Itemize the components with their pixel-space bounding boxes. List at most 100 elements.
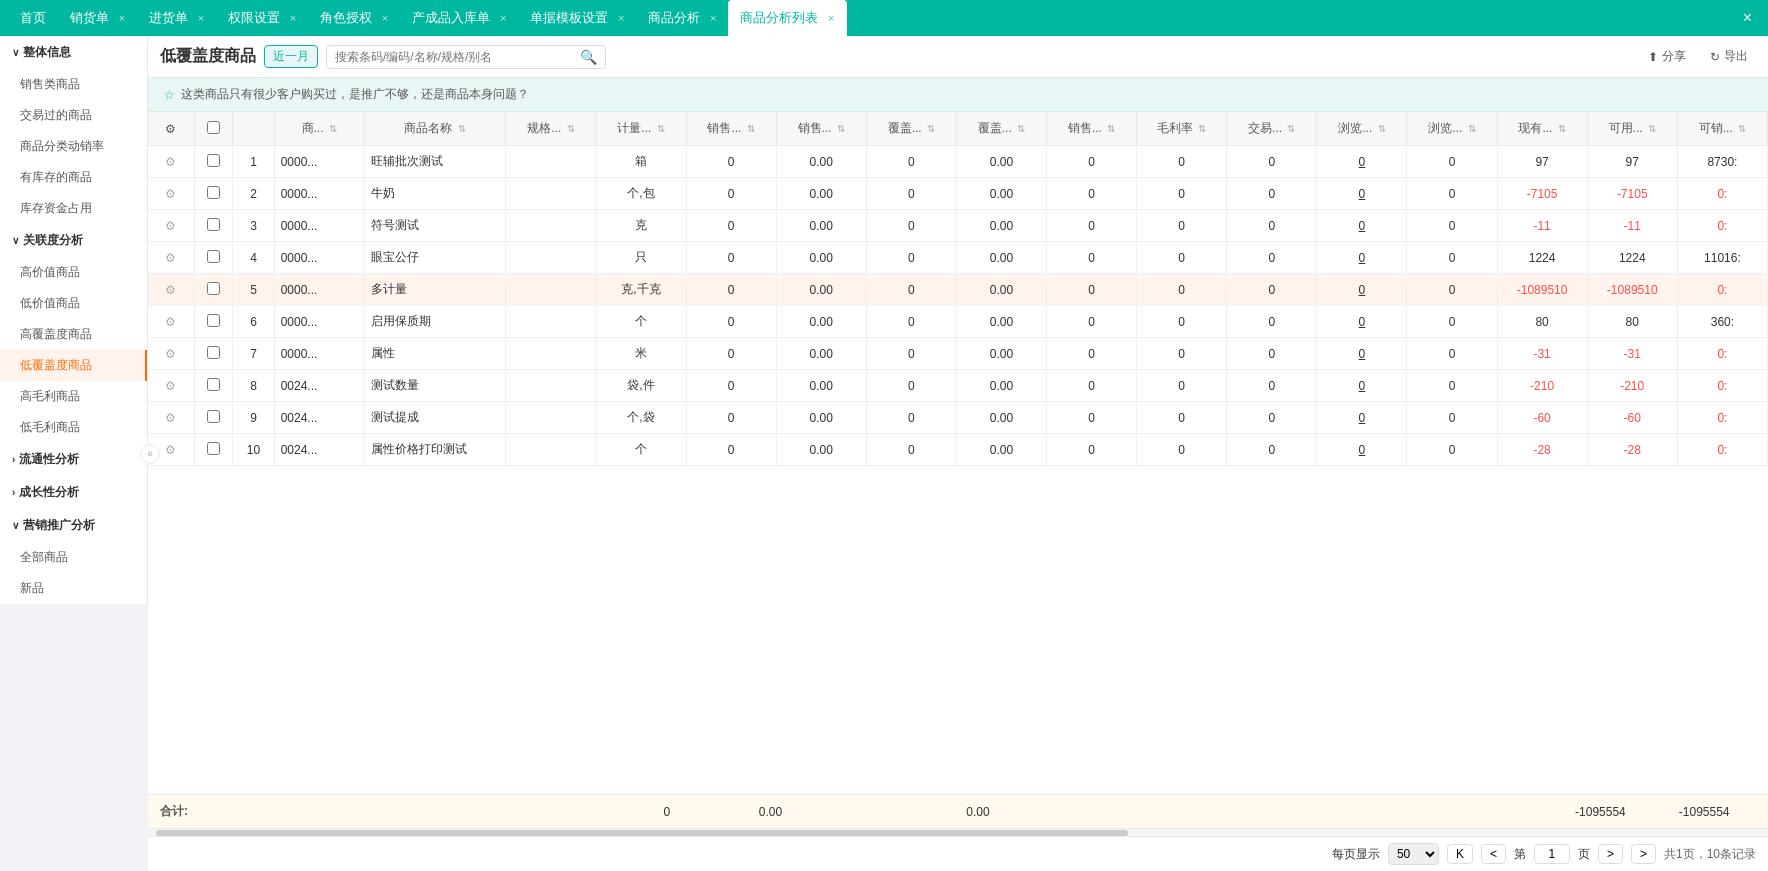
sidebar-item-traded-goods[interactable]: 交易过的商品: [0, 100, 147, 131]
sidebar-item-sales-goods[interactable]: 销售类商品: [0, 69, 147, 100]
nav-permissions[interactable]: 权限设置 ×: [216, 0, 308, 36]
col-sales3[interactable]: 销售... ⇅: [1047, 112, 1137, 146]
search-input[interactable]: [335, 50, 576, 64]
close-goods-analysis-icon[interactable]: ×: [710, 12, 716, 24]
horizontal-scrollbar[interactable]: [148, 828, 1768, 836]
row-browse1[interactable]: 0: [1317, 146, 1407, 178]
nav-roles[interactable]: 角色授权 ×: [308, 0, 400, 36]
sidebar-item-low-coverage[interactable]: 低覆盖度商品: [0, 350, 147, 381]
row-checkbox[interactable]: [194, 146, 233, 178]
table-wrapper[interactable]: ⚙ 商... ⇅ 商品名称 ⇅ 规格... ⇅ 计量... ⇅ 销售... ⇅ …: [148, 112, 1768, 794]
col-gross[interactable]: 毛利率 ⇅: [1137, 112, 1227, 146]
col-stock1[interactable]: 现有... ⇅: [1497, 112, 1587, 146]
row-gear[interactable]: ⚙: [148, 306, 194, 338]
nav-templates[interactable]: 单据模板设置 ×: [518, 0, 636, 36]
col-saleable[interactable]: 可销... ⇅: [1677, 112, 1767, 146]
nav-goods-analysis[interactable]: 商品分析 ×: [636, 0, 728, 36]
col-unit[interactable]: 计量... ⇅: [596, 112, 686, 146]
row-browse1[interactable]: 0: [1317, 338, 1407, 370]
sidebar-item-high-profit[interactable]: 高毛利商品: [0, 381, 147, 412]
sidebar-item-high-coverage[interactable]: 高覆盖度商品: [0, 319, 147, 350]
row-checkbox[interactable]: [194, 306, 233, 338]
row-browse1[interactable]: 0: [1317, 274, 1407, 306]
close-goods-list-icon[interactable]: ×: [828, 12, 834, 24]
col-coverage2[interactable]: 覆盖... ⇅: [956, 112, 1046, 146]
sidebar-collapse-button[interactable]: «: [140, 444, 160, 464]
row-select-checkbox[interactable]: [207, 442, 220, 455]
row-browse1[interactable]: 0: [1317, 178, 1407, 210]
col-coverage1[interactable]: 覆盖... ⇅: [866, 112, 956, 146]
row-gear[interactable]: ⚙: [148, 242, 194, 274]
row-checkbox[interactable]: [194, 338, 233, 370]
close-templates-icon[interactable]: ×: [618, 12, 624, 24]
row-select-checkbox[interactable]: [207, 154, 220, 167]
page-size-select[interactable]: 50 100 200: [1388, 843, 1439, 865]
sidebar-section-relation[interactable]: ∨ 关联度分析: [0, 224, 147, 257]
sidebar-item-high-value[interactable]: 高价值商品: [0, 257, 147, 288]
sidebar-item-category-rate[interactable]: 商品分类动销率: [0, 131, 147, 162]
sidebar-item-low-value[interactable]: 低价值商品: [0, 288, 147, 319]
sidebar-item-in-stock[interactable]: 有库存的商品: [0, 162, 147, 193]
last-page-button[interactable]: >: [1631, 844, 1656, 864]
page-number-input[interactable]: [1534, 844, 1570, 864]
sidebar-item-low-profit[interactable]: 低毛利商品: [0, 412, 147, 443]
close-permissions-icon[interactable]: ×: [290, 12, 296, 24]
nav-close-all-button[interactable]: ×: [1735, 9, 1760, 27]
col-browse1[interactable]: 浏览... ⇅: [1317, 112, 1407, 146]
row-select-checkbox[interactable]: [207, 378, 220, 391]
row-browse1[interactable]: 0: [1317, 402, 1407, 434]
row-checkbox[interactable]: [194, 210, 233, 242]
close-products-icon[interactable]: ×: [500, 12, 506, 24]
search-icon[interactable]: 🔍: [580, 49, 597, 65]
row-select-checkbox[interactable]: [207, 250, 220, 263]
sidebar-section-marketing[interactable]: ∨ 营销推广分析: [0, 509, 147, 542]
col-stock2[interactable]: 可用... ⇅: [1587, 112, 1677, 146]
col-gear[interactable]: ⚙: [148, 112, 194, 146]
col-browse2[interactable]: 浏览... ⇅: [1407, 112, 1497, 146]
close-purchase-icon[interactable]: ×: [198, 12, 204, 24]
col-sales-qty[interactable]: 销售... ⇅: [686, 112, 776, 146]
row-checkbox[interactable]: [194, 274, 233, 306]
row-gear[interactable]: ⚙: [148, 210, 194, 242]
row-browse1[interactable]: 0: [1317, 306, 1407, 338]
row-gear[interactable]: ⚙: [148, 178, 194, 210]
share-button[interactable]: ⬆ 分享: [1640, 44, 1694, 69]
row-checkbox[interactable]: [194, 402, 233, 434]
first-page-button[interactable]: K: [1447, 844, 1473, 864]
row-browse1[interactable]: 0: [1317, 210, 1407, 242]
row-gear[interactable]: ⚙: [148, 338, 194, 370]
row-select-checkbox[interactable]: [207, 346, 220, 359]
export-button[interactable]: ↻ 导出: [1702, 44, 1756, 69]
next-page-button[interactable]: >: [1598, 844, 1623, 864]
col-trade[interactable]: 交易... ⇅: [1227, 112, 1317, 146]
row-select-checkbox[interactable]: [207, 314, 220, 327]
row-checkbox[interactable]: [194, 434, 233, 466]
col-name[interactable]: 商品名称 ⇅: [364, 112, 506, 146]
close-roles-icon[interactable]: ×: [382, 12, 388, 24]
row-gear[interactable]: ⚙: [148, 402, 194, 434]
nav-products[interactable]: 产成品入库单 ×: [400, 0, 518, 36]
filter-button[interactable]: 近一月: [264, 45, 318, 68]
select-all-checkbox[interactable]: [207, 121, 220, 134]
row-select-checkbox[interactable]: [207, 186, 220, 199]
nav-goods-analysis-list[interactable]: 商品分析列表 ×: [728, 0, 846, 36]
row-select-checkbox[interactable]: [207, 410, 220, 423]
nav-sales[interactable]: 销货单 ×: [58, 0, 137, 36]
row-browse1[interactable]: 0: [1317, 242, 1407, 274]
prev-page-button[interactable]: <: [1481, 844, 1506, 864]
row-gear[interactable]: ⚙: [148, 146, 194, 178]
nav-home[interactable]: 首页: [8, 0, 58, 36]
col-sales-amt[interactable]: 销售... ⇅: [776, 112, 866, 146]
col-spec[interactable]: 规格... ⇅: [506, 112, 596, 146]
col-code[interactable]: 商... ⇅: [274, 112, 364, 146]
sidebar-section-liquidity[interactable]: › 流通性分析: [0, 443, 147, 476]
row-checkbox[interactable]: [194, 178, 233, 210]
sidebar-item-new-goods[interactable]: 新品: [0, 573, 147, 604]
row-select-checkbox[interactable]: [207, 218, 220, 231]
row-checkbox[interactable]: [194, 370, 233, 402]
sidebar-item-capital[interactable]: 库存资金占用: [0, 193, 147, 224]
row-browse1[interactable]: 0: [1317, 370, 1407, 402]
nav-purchase[interactable]: 进货单 ×: [137, 0, 216, 36]
sidebar-section-growth[interactable]: › 成长性分析: [0, 476, 147, 509]
close-sales-icon[interactable]: ×: [119, 12, 125, 24]
